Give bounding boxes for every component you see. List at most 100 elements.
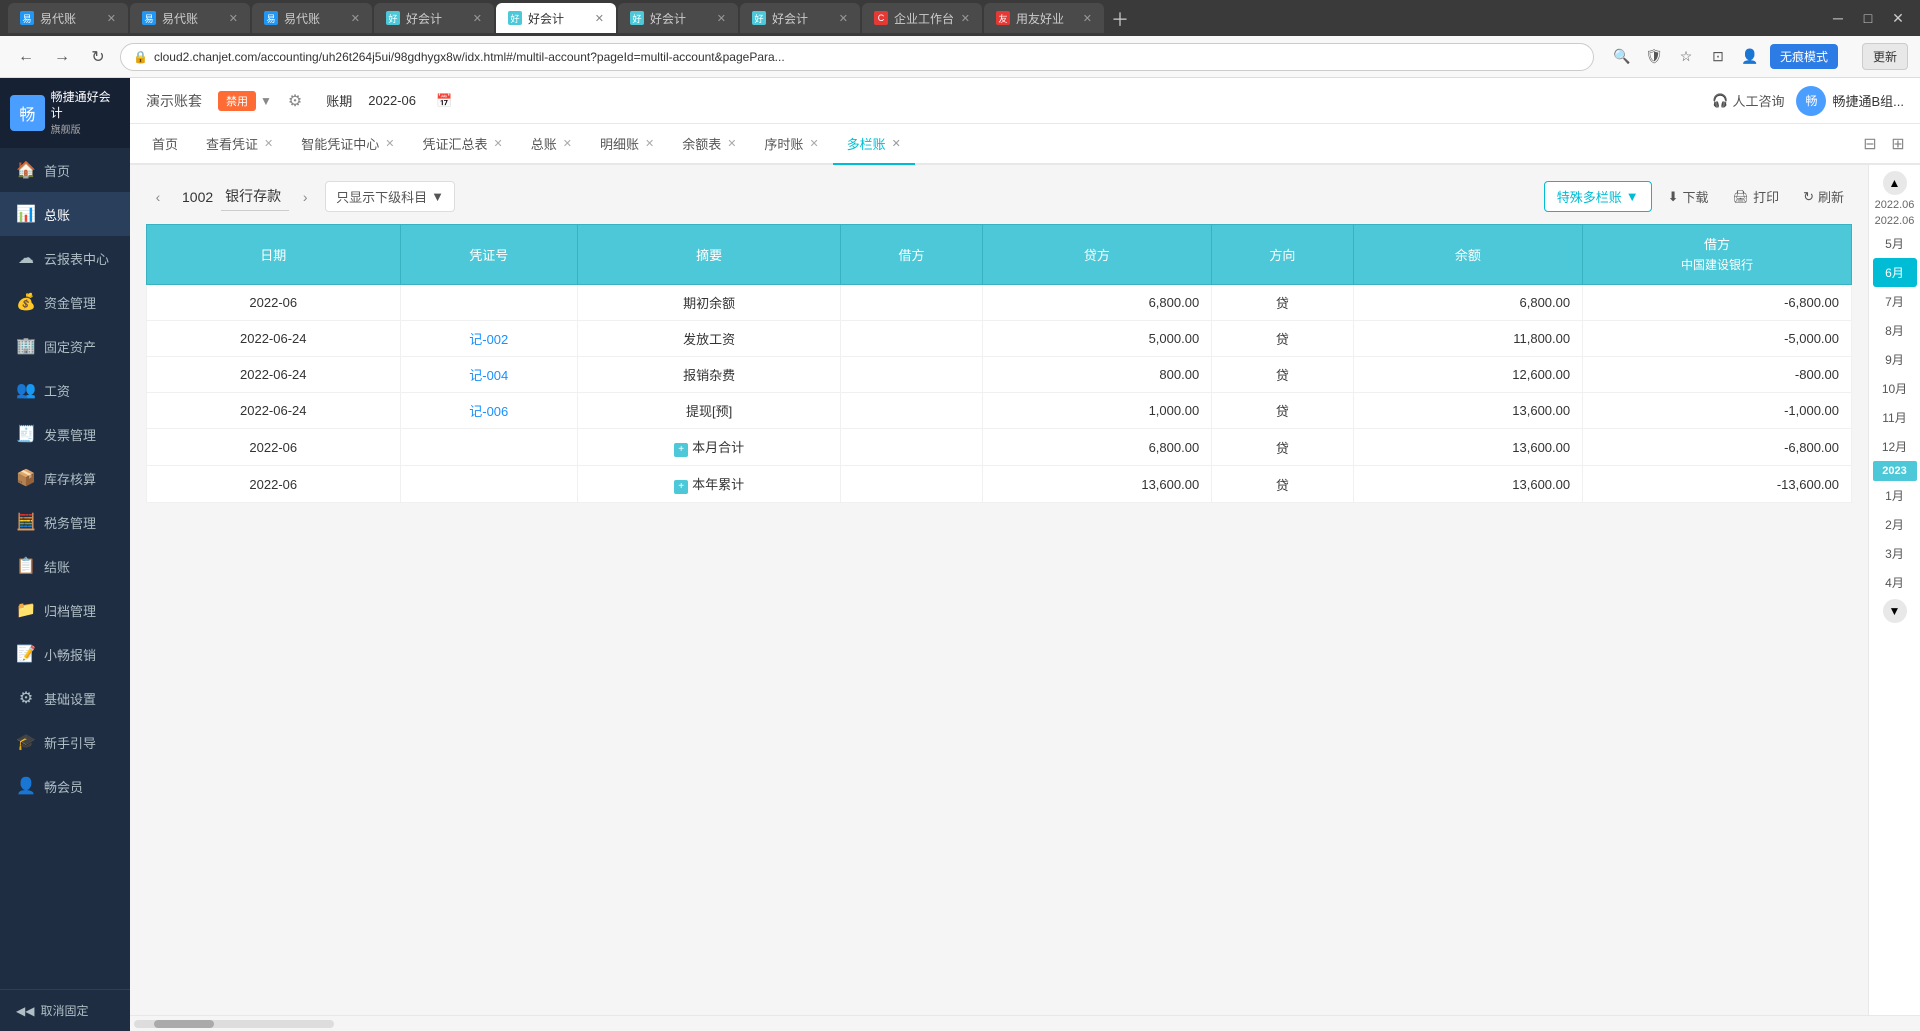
sidebar-item-funds[interactable]: 💰 资金管理 <box>0 280 130 324</box>
screen-icon[interactable]: ⊡ <box>1706 45 1730 69</box>
tab-close-6[interactable]: ✕ <box>717 12 726 25</box>
browser-tab-3[interactable]: 易 易代账 ✕ <box>252 3 372 33</box>
prev-account-button[interactable]: ‹ <box>146 185 170 209</box>
update-button[interactable]: 更新 <box>1862 43 1908 70</box>
unpin-button[interactable]: ◀◀ 取消固定 <box>0 989 130 1031</box>
cal-month-apr[interactable]: 4月 <box>1873 568 1917 597</box>
sidebar-item-close[interactable]: 📋 结账 <box>0 544 130 588</box>
download-button[interactable]: ⬇ 下载 <box>1660 182 1717 211</box>
consult-button[interactable]: 🎧 人工咨询 <box>1712 91 1784 110</box>
expand-panel-button[interactable]: ⊞ <box>1884 130 1912 158</box>
cal-month-jan[interactable]: 1月 <box>1873 481 1917 510</box>
horizontal-scrollbar[interactable] <box>130 1015 1920 1031</box>
tab-voucher-view[interactable]: 查看凭证 ✕ <box>192 124 287 165</box>
cal-month-mar[interactable]: 3月 <box>1873 539 1917 568</box>
settings-gear-icon[interactable]: ⚙ <box>288 91 302 111</box>
tab-close-4[interactable]: ✕ <box>473 12 482 25</box>
tab-close-detail-ledger[interactable]: ✕ <box>645 137 654 150</box>
browser-tab-1[interactable]: 易 易代账 ✕ <box>8 3 128 33</box>
shield-icon[interactable]: 🛡 <box>1642 45 1666 69</box>
next-account-button[interactable]: › <box>293 185 317 209</box>
sidebar-item-expense[interactable]: 📝 小畅报销 <box>0 632 130 676</box>
star-icon[interactable]: ☆ <box>1674 45 1698 69</box>
sidebar-item-settings[interactable]: ⚙ 基础设置 <box>0 676 130 720</box>
cal-month-jul[interactable]: 7月 <box>1873 287 1917 316</box>
user-info[interactable]: 畅 畅捷通B组... <box>1796 86 1904 116</box>
cal-month-nov[interactable]: 11月 <box>1873 403 1917 432</box>
cal-month-dec[interactable]: 12月 <box>1873 432 1917 461</box>
scrollbar-thumb[interactable] <box>154 1020 214 1028</box>
sidebar-item-assets[interactable]: 🏢 固定资产 <box>0 324 130 368</box>
close-button[interactable]: ✕ <box>1884 4 1912 32</box>
address-bar[interactable]: 🔒 cloud2.chanjet.com/accounting/uh26t264… <box>120 43 1594 71</box>
sidebar-item-guide[interactable]: 🎓 新手引导 <box>0 720 130 764</box>
cal-month-sep[interactable]: 9月 <box>1873 345 1917 374</box>
cal-month-jun[interactable]: 6月 <box>1873 258 1917 287</box>
minimize-button[interactable]: ─ <box>1824 4 1852 32</box>
tab-multi-column[interactable]: 多栏账 ✕ <box>833 124 915 165</box>
voucher-link[interactable]: 记-002 <box>469 332 508 347</box>
calendar-icon[interactable]: 📅 <box>436 93 452 109</box>
tab-close-multi-column[interactable]: ✕ <box>892 137 901 150</box>
tab-close-voucher-view[interactable]: ✕ <box>264 137 273 150</box>
tab-close-general-ledger[interactable]: ✕ <box>563 137 572 150</box>
maximize-button[interactable]: □ <box>1854 4 1882 32</box>
sidebar-item-home[interactable]: 🏠 首页 <box>0 148 130 192</box>
sidebar-item-invoice[interactable]: 🧾 发票管理 <box>0 412 130 456</box>
special-multi-button[interactable]: 特殊多栏账 ▼ <box>1544 181 1652 212</box>
tab-home[interactable]: 首页 <box>138 124 192 165</box>
cal-month-aug[interactable]: 8月 <box>1873 316 1917 345</box>
new-tab-button[interactable]: ＋ <box>1106 5 1134 33</box>
profile-icon[interactable]: 👤 <box>1738 45 1762 69</box>
tab-close-5[interactable]: ✕ <box>595 12 604 25</box>
calendar-up-button[interactable]: ▲ <box>1883 171 1907 195</box>
tab-close-3[interactable]: ✕ <box>351 12 360 25</box>
tab-close-9[interactable]: ✕ <box>1083 12 1092 25</box>
sidebar-item-member[interactable]: 👤 畅会员 <box>0 764 130 808</box>
tab-close-voucher-summary[interactable]: ✕ <box>494 137 503 150</box>
sidebar-item-archive[interactable]: 📁 归档管理 <box>0 588 130 632</box>
wuhen-button[interactable]: 无痕模式 <box>1770 44 1838 69</box>
cal-month-feb[interactable]: 2月 <box>1873 510 1917 539</box>
voucher-link[interactable]: 记-006 <box>469 404 508 419</box>
sidebar-item-salary[interactable]: 👥 工资 <box>0 368 130 412</box>
print-button[interactable]: 🖨 打印 <box>1725 182 1788 211</box>
tab-close-sequence-ledger[interactable]: ✕ <box>809 137 818 150</box>
scrollbar-track[interactable] <box>134 1020 334 1028</box>
tab-close-2[interactable]: ✕ <box>229 12 238 25</box>
refresh-button[interactable]: ↻ 刷新 <box>1795 182 1852 211</box>
tab-smart-voucher[interactable]: 智能凭证中心 ✕ <box>287 124 408 165</box>
sidebar-item-reports[interactable]: ☁ 云报表中心 <box>0 236 130 280</box>
search-icon[interactable]: 🔍 <box>1610 45 1634 69</box>
browser-tab-5[interactable]: 好 好会计 ✕ <box>496 3 616 33</box>
tab-close-8[interactable]: ✕ <box>961 12 970 25</box>
collapse-panel-button[interactable]: ⊟ <box>1856 130 1884 158</box>
tab-close-balance[interactable]: ✕ <box>727 137 736 150</box>
calendar-down-button[interactable]: ▼ <box>1883 599 1907 623</box>
voucher-link[interactable]: 记-004 <box>469 368 508 383</box>
browser-tab-7[interactable]: 好 好会计 ✕ <box>740 3 860 33</box>
sidebar-item-tax[interactable]: 🧮 税务管理 <box>0 500 130 544</box>
cal-month-oct[interactable]: 10月 <box>1873 374 1917 403</box>
forward-button[interactable]: → <box>48 43 76 71</box>
sub-account-filter[interactable]: 只显示下级科目 ▼ <box>325 181 455 212</box>
chevron-down-icon[interactable]: ▼ <box>260 94 272 108</box>
browser-tab-6[interactable]: 好 好会计 ✕ <box>618 3 738 33</box>
tab-voucher-summary[interactable]: 凭证汇总表 ✕ <box>408 124 516 165</box>
tab-balance[interactable]: 余额表 ✕ <box>668 124 750 165</box>
back-button[interactable]: ← <box>12 43 40 71</box>
sidebar-item-ledger[interactable]: 📊 总账 <box>0 192 130 236</box>
tab-general-ledger[interactable]: 总账 ✕ <box>517 124 586 165</box>
reload-button[interactable]: ↻ <box>84 43 112 71</box>
browser-tab-9[interactable]: 友 用友好业 ✕ <box>984 3 1104 33</box>
browser-tab-4[interactable]: 好 好会计 ✕ <box>374 3 494 33</box>
browser-tab-8[interactable]: C 企业工作台 ✕ <box>862 3 982 33</box>
tab-detail-ledger[interactable]: 明细账 ✕ <box>586 124 668 165</box>
tab-close-7[interactable]: ✕ <box>839 12 848 25</box>
tab-close-smart-voucher[interactable]: ✕ <box>385 137 394 150</box>
cal-month-may[interactable]: 5月 <box>1873 229 1917 258</box>
tab-close-1[interactable]: ✕ <box>107 12 116 25</box>
sidebar-item-inventory[interactable]: 📦 库存核算 <box>0 456 130 500</box>
tab-sequence-ledger[interactable]: 序时账 ✕ <box>750 124 832 165</box>
browser-tab-2[interactable]: 易 易代账 ✕ <box>130 3 250 33</box>
